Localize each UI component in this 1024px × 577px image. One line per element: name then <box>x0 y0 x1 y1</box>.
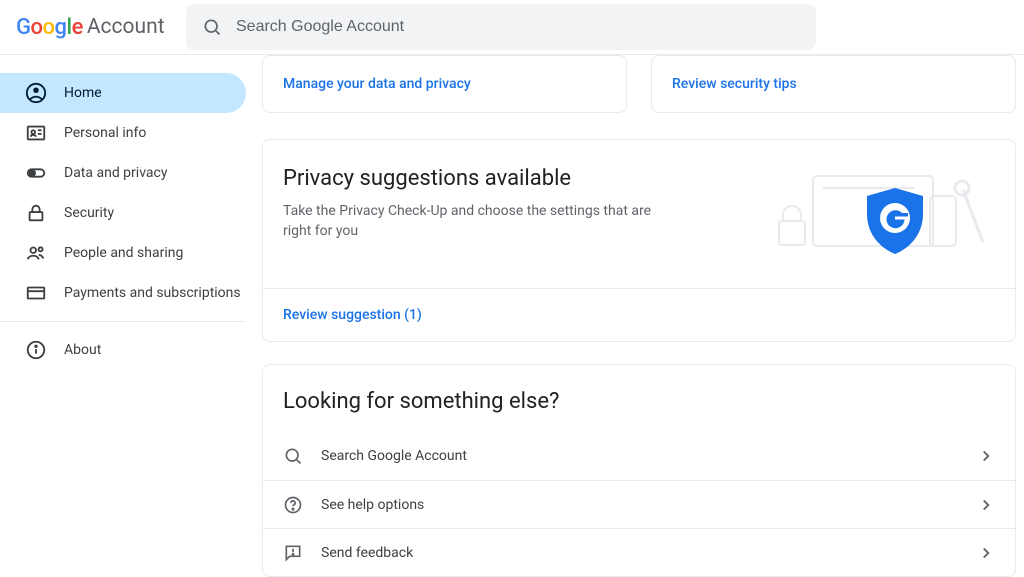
toggle-icon <box>24 161 48 185</box>
action-label: See help options <box>321 497 424 513</box>
action-label: Send feedback <box>321 545 413 561</box>
looking-card-title: Looking for something else? <box>263 365 1015 424</box>
card-data-privacy: Manage your data and privacy <box>262 55 627 113</box>
sidebar-item-security[interactable]: Security <box>0 193 246 233</box>
chevron-right-icon <box>977 447 995 465</box>
header: Google Account <box>0 0 1024 55</box>
chevron-right-icon <box>977 544 995 562</box>
help-icon <box>283 495 303 515</box>
sidebar-item-data-privacy[interactable]: Data and privacy <box>0 153 246 193</box>
sidebar-divider <box>0 321 246 322</box>
sidebar-item-label: People and sharing <box>64 245 183 261</box>
sidebar: Home Personal info Data and privacy Secu… <box>0 55 246 557</box>
sidebar-item-label: Personal info <box>64 125 146 141</box>
privacy-card-title: Privacy suggestions available <box>283 166 663 191</box>
privacy-suggestions-card: Privacy suggestions available Take the P… <box>262 139 1016 342</box>
sidebar-item-payments[interactable]: Payments and subscriptions <box>0 273 246 313</box>
sidebar-item-label: About <box>64 342 101 358</box>
sidebar-item-personal-info[interactable]: Personal info <box>0 113 246 153</box>
action-send-feedback[interactable]: Send feedback <box>263 528 1015 576</box>
main-content: Manage your data and privacy Review secu… <box>246 55 1024 557</box>
action-search-account[interactable]: Search Google Account <box>263 432 1015 480</box>
review-security-tips-link[interactable]: Review security tips <box>652 56 1015 112</box>
card-icon <box>24 281 48 305</box>
review-suggestion-link[interactable]: Review suggestion (1) <box>263 288 1015 341</box>
action-label: Search Google Account <box>321 448 467 464</box>
privacy-card-body: Take the Privacy Check-Up and choose the… <box>283 201 663 242</box>
id-card-icon <box>24 121 48 145</box>
chevron-right-icon <box>977 496 995 514</box>
sidebar-item-label: Home <box>64 85 102 101</box>
feedback-icon <box>283 543 303 563</box>
lock-icon <box>24 201 48 225</box>
looking-for-card: Looking for something else? Search Googl… <box>262 364 1016 577</box>
search-icon <box>202 17 222 37</box>
sidebar-item-label: Data and privacy <box>64 165 167 181</box>
card-security-tips: Review security tips <box>651 55 1016 113</box>
privacy-illustration <box>765 166 995 266</box>
home-person-icon <box>24 81 48 105</box>
search-icon <box>283 446 303 466</box>
sidebar-item-about[interactable]: About <box>0 330 246 370</box>
search-bar[interactable] <box>186 4 816 50</box>
manage-data-privacy-link[interactable]: Manage your data and privacy <box>263 56 626 112</box>
brand-account-word: Account <box>87 15 165 39</box>
sidebar-item-label: Payments and subscriptions <box>64 285 241 301</box>
google-logo: Google <box>16 15 83 40</box>
info-icon <box>24 338 48 362</box>
sidebar-item-label: Security <box>64 205 114 221</box>
sidebar-item-people-sharing[interactable]: People and sharing <box>0 233 246 273</box>
search-input[interactable] <box>236 18 800 36</box>
people-icon <box>24 241 48 265</box>
logo-block[interactable]: Google Account <box>16 15 186 40</box>
action-help-options[interactable]: See help options <box>263 480 1015 528</box>
sidebar-item-home[interactable]: Home <box>0 73 246 113</box>
